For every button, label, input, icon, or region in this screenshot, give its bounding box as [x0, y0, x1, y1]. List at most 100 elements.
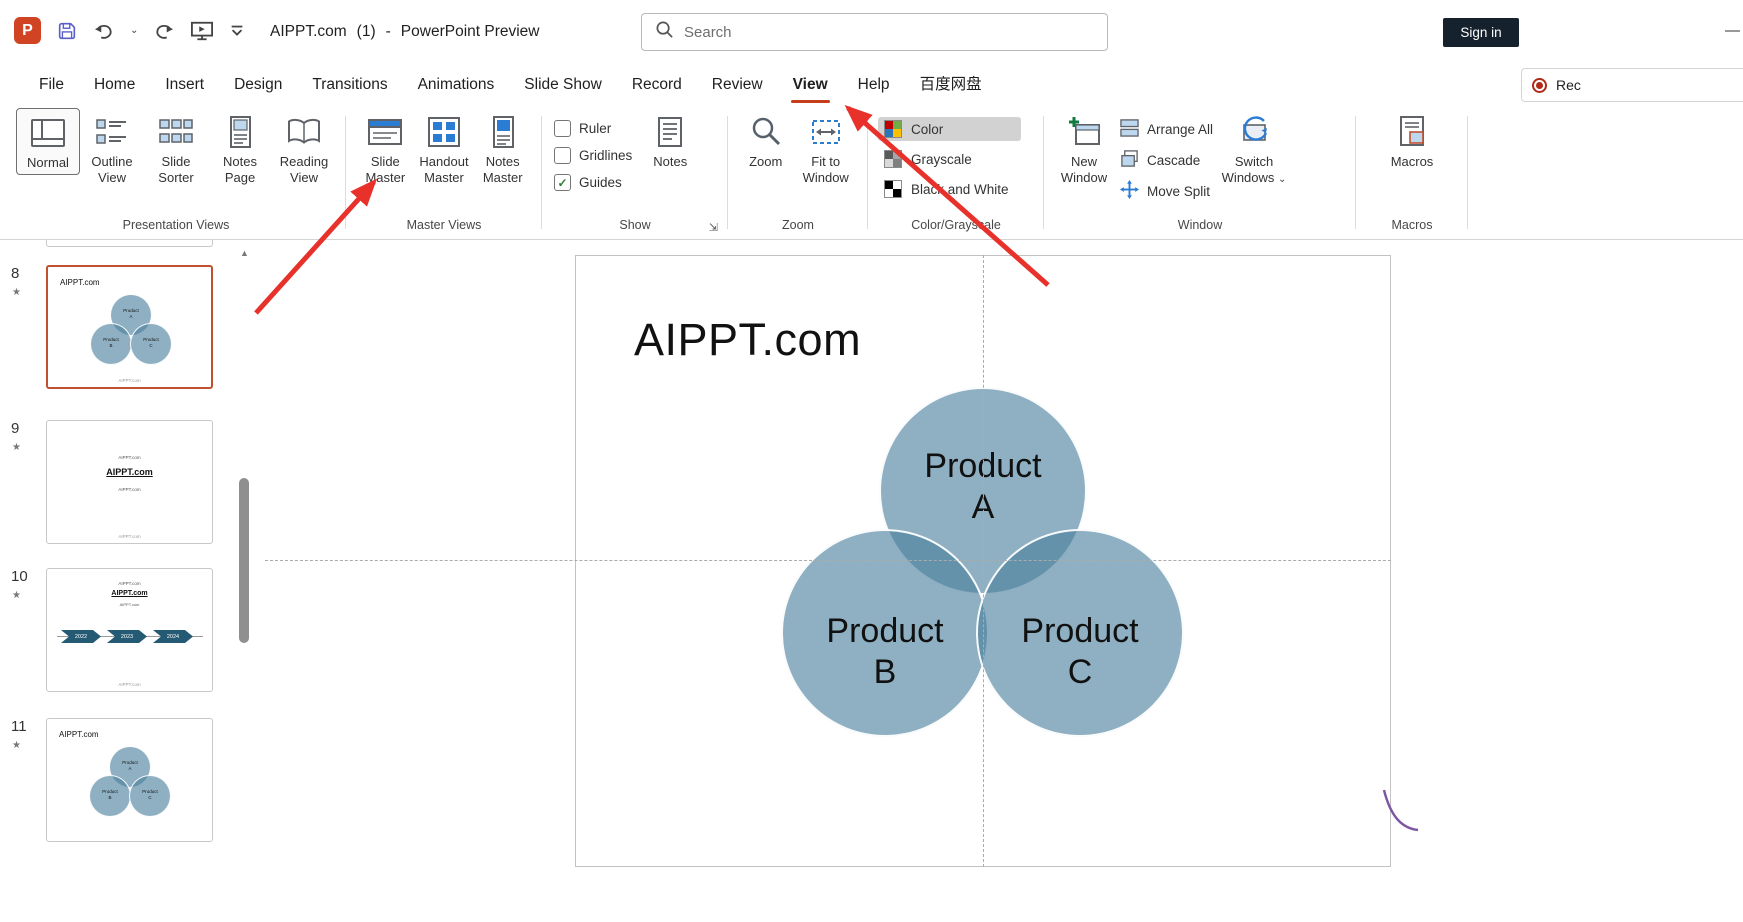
slide-title-textbox[interactable]: AIPPT.com — [634, 314, 861, 366]
document-name: AIPPT.com — [270, 23, 347, 40]
tab-baidu-netdisk[interactable]: 百度网盘 — [905, 64, 997, 106]
record-icon — [1532, 77, 1547, 93]
gridlines-checkbox[interactable]: Gridlines — [554, 147, 632, 164]
record-button[interactable]: Rec — [1521, 68, 1743, 102]
slide-canvas: AIPPT.com Product A Product B Product C — [258, 240, 1743, 922]
guides-checkbox[interactable]: ✓ Guides — [554, 174, 632, 191]
thumbnail-slide-8[interactable]: AIPPT.com Product A Product B Product C AIP… — [46, 265, 213, 389]
group-show: Ruler Gridlines ✓ Guides Notes Show ⇲ — [542, 108, 728, 239]
tab-review[interactable]: Review — [697, 64, 778, 106]
thumbnail-slide-9[interactable]: AIPPT.com AIPPT.com AIPPT.com AIPPT.com — [46, 420, 213, 544]
tab-slide-show[interactable]: Slide Show — [509, 64, 617, 106]
grayscale-button[interactable]: Grayscale — [878, 147, 1021, 171]
tab-insert[interactable]: Insert — [150, 64, 219, 106]
normal-view-icon — [30, 114, 66, 152]
tab-view[interactable]: View — [778, 64, 843, 106]
animation-star-icon: ★ — [12, 740, 21, 751]
black-and-white-button[interactable]: Black and White — [878, 177, 1021, 201]
fit-to-window-icon — [808, 113, 844, 151]
venn-label-product-b[interactable]: Product B — [781, 611, 989, 693]
fit-to-window-button[interactable]: Fit to Window — [793, 108, 858, 188]
reading-view-button[interactable]: Reading View — [272, 108, 336, 188]
tab-design[interactable]: Design — [219, 64, 297, 106]
tab-record[interactable]: Record — [617, 64, 697, 106]
switch-windows-dropdown-icon: ⌄ — [1278, 173, 1287, 185]
app-name: PowerPoint Preview — [400, 23, 540, 40]
search-input[interactable] — [684, 23, 1094, 41]
workspace: 8 ★ AIPPT.com Product A Product B Product C… — [0, 240, 1743, 922]
search-icon — [655, 20, 674, 44]
start-slideshow-icon[interactable] — [190, 20, 214, 42]
scroll-up-icon[interactable]: ▲ — [240, 248, 249, 258]
slide-master-button[interactable]: Slide Master — [356, 108, 415, 188]
animation-star-icon: ★ — [12, 287, 21, 298]
switch-windows-button[interactable]: Switch Windows ⌄ — [1219, 108, 1289, 189]
slide-sorter-button[interactable]: Slide Sorter — [144, 108, 208, 188]
group-color-grayscale: Color Grayscale Black and White Color/Gr… — [868, 108, 1044, 239]
arrange-all-button[interactable]: Arrange All — [1120, 118, 1213, 140]
cascade-button[interactable]: Cascade — [1120, 149, 1213, 171]
animation-star-icon: ★ — [12, 442, 21, 453]
tab-help[interactable]: Help — [843, 64, 905, 106]
ruler-checkbox-box[interactable] — [554, 120, 571, 137]
vertical-guide[interactable] — [983, 255, 984, 867]
macros-icon — [1396, 113, 1428, 151]
tab-home[interactable]: Home — [79, 64, 150, 106]
tab-file[interactable]: File — [24, 64, 79, 106]
customize-toolbar-icon[interactable] — [229, 23, 245, 39]
group-label-macros: Macros — [1391, 218, 1433, 232]
titlebar: P ⌄ AIPPT.com (1) - PowerPoint Preview S… — [0, 0, 1743, 64]
thumbnail-slide-11[interactable]: AIPPT.com Product A Product B Product C — [46, 718, 213, 842]
ruler-checkbox[interactable]: Ruler — [554, 120, 632, 137]
gridlines-checkbox-box[interactable] — [554, 147, 571, 164]
powerpoint-logo-icon: P — [14, 17, 41, 44]
group-macros: Macros Macros — [1356, 108, 1468, 239]
ribbon-tab-bar: File Home Insert Design Transitions Anim… — [0, 64, 1743, 106]
color-button[interactable]: Color — [878, 117, 1021, 141]
group-label-presentation-views: Presentation Views — [122, 218, 230, 232]
view-ribbon: Normal Outline View Slide Sorter Notes P… — [0, 106, 1743, 240]
venn-label-product-c[interactable]: Product C — [976, 611, 1184, 693]
slide-master-icon — [367, 113, 403, 151]
horizontal-guide[interactable] — [265, 560, 1391, 561]
save-icon[interactable] — [56, 20, 78, 42]
powerpoint-app: P ⌄ AIPPT.com (1) - PowerPoint Preview S… — [0, 0, 1743, 922]
minimize-window-icon[interactable]: — — [1725, 22, 1740, 39]
search-box[interactable] — [641, 13, 1108, 51]
switch-windows-icon — [1237, 113, 1271, 151]
move-split-icon — [1120, 180, 1139, 202]
sign-in-button[interactable]: Sign in — [1443, 18, 1519, 47]
notes-page-button[interactable]: Notes Page — [208, 108, 272, 188]
normal-view-button[interactable]: Normal — [16, 108, 80, 175]
redo-icon[interactable] — [153, 21, 175, 41]
quick-access-toolbar: P ⌄ — [14, 17, 245, 44]
notes-page-icon — [224, 113, 256, 151]
zoom-button[interactable]: Zoom — [738, 108, 793, 173]
show-dialog-launcher-icon[interactable]: ⇲ — [709, 223, 718, 234]
outline-view-button[interactable]: Outline View — [80, 108, 144, 188]
notes-button[interactable]: Notes — [640, 108, 700, 173]
slide-number-9: 9 — [11, 420, 20, 437]
document-title: AIPPT.com (1) - PowerPoint Preview — [270, 0, 540, 64]
tab-animations[interactable]: Animations — [403, 64, 510, 106]
group-label-master-views: Master Views — [406, 218, 482, 232]
thumbnail-partial-above[interactable] — [46, 240, 213, 247]
move-split-button[interactable]: Move Split — [1120, 180, 1213, 202]
new-window-button[interactable]: New Window — [1054, 108, 1114, 188]
title-separator: - — [385, 23, 391, 40]
handout-master-button[interactable]: Handout Master — [415, 108, 474, 188]
undo-icon[interactable] — [93, 21, 115, 41]
thumbnail-scrollbar[interactable] — [239, 478, 249, 643]
group-label-show: Show ⇲ — [619, 218, 718, 234]
guides-checkbox-box[interactable]: ✓ — [554, 174, 571, 191]
undo-dropdown-icon[interactable]: ⌄ — [130, 25, 138, 36]
slide-sorter-icon — [158, 113, 194, 151]
notes-master-button[interactable]: Notes Master — [473, 108, 532, 188]
group-zoom: Zoom Fit to Window Zoom — [728, 108, 868, 239]
macros-button[interactable]: Macros — [1382, 108, 1442, 173]
group-label-window: Window — [1177, 218, 1223, 232]
thumbnail-slide-10[interactable]: AIPPT.com AIPPT.com AIPPT.com 2022 2023 … — [46, 568, 213, 692]
color-icon — [884, 120, 902, 138]
cascade-icon — [1120, 149, 1139, 171]
tab-transitions[interactable]: Transitions — [297, 64, 402, 106]
